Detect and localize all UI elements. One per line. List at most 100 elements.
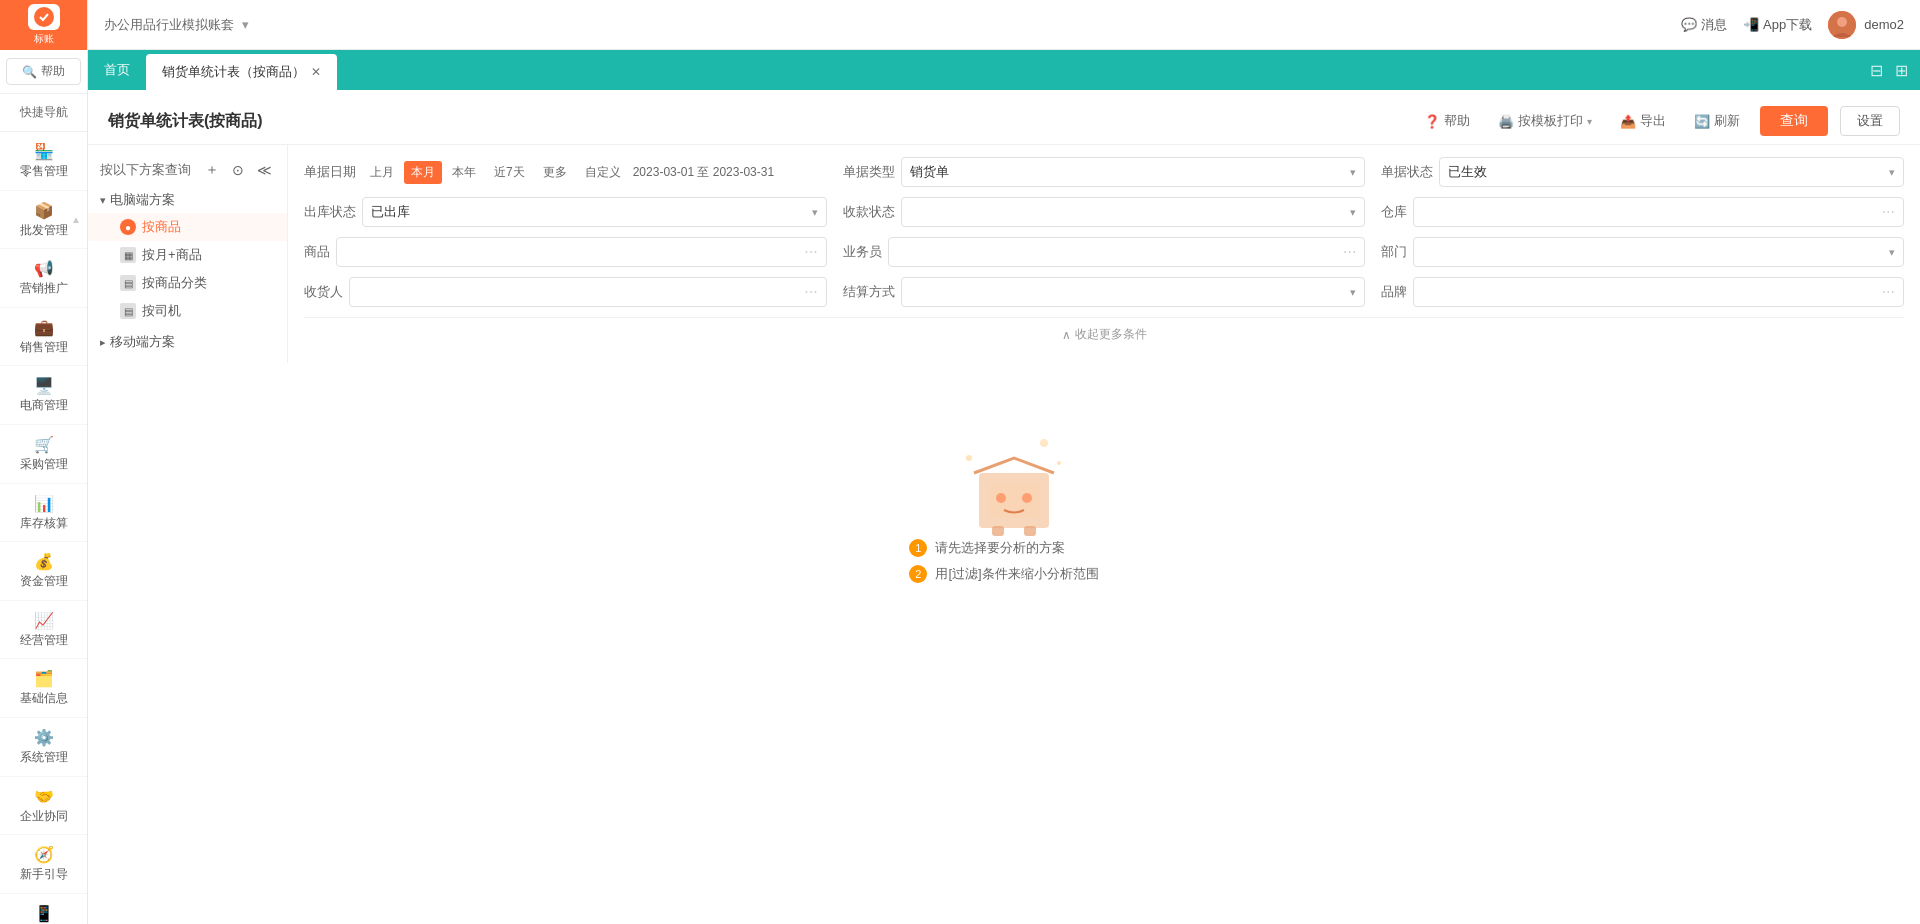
sidebar-item-enterprise[interactable]: 🤝 企业协同: [0, 777, 87, 836]
outstatus-control[interactable]: 已出库 ▾: [362, 197, 827, 227]
tab-close-button[interactable]: ✕: [311, 65, 321, 79]
minimize-button[interactable]: ⊟: [1866, 57, 1887, 84]
tree-item-by-driver[interactable]: ▤ 按司机: [88, 297, 287, 325]
collapse-panel-button[interactable]: ≪: [253, 159, 275, 181]
tab-actions: ⊟ ⊞: [1858, 57, 1920, 84]
product-control[interactable]: ···: [336, 237, 827, 267]
settlement-control[interactable]: ▾: [901, 277, 1366, 307]
basic-label: 基础信息: [20, 691, 68, 707]
svg-point-7: [966, 455, 972, 461]
date-tab-thisyear[interactable]: 本年: [444, 161, 484, 184]
sidebar-search[interactable]: 🔍 帮助: [0, 50, 87, 94]
scheme-table-icon: ▤: [120, 275, 136, 291]
inventory-label: 库存核算: [20, 516, 68, 532]
empty-steps: 1 请先选择要分析的方案 2 用[过滤]条件来缩小分析范围: [909, 539, 1098, 591]
product-dots[interactable]: ···: [804, 243, 817, 261]
edit-scheme-button[interactable]: ⊙: [227, 159, 249, 181]
sidebar: 标账 🔍 帮助 快捷导航 🏪 零售管理 📦 批发管理 ▲ 📢 营销推广 💼 销售…: [0, 0, 88, 924]
date-tabs: 上月 本月 本年 近7天 更多 自定义: [362, 161, 629, 184]
sidebar-item-finance[interactable]: 💰 资金管理: [0, 542, 87, 601]
retail-label: 零售管理: [20, 164, 68, 180]
search-menu-button[interactable]: 🔍 帮助: [6, 58, 81, 85]
logo-text: 标账: [34, 32, 54, 46]
tree-item-by-month-product[interactable]: ▦ 按月+商品: [88, 241, 287, 269]
brand-control[interactable]: ···: [1413, 277, 1904, 307]
print-icon: 🖨️: [1498, 114, 1514, 129]
svg-point-9: [1040, 439, 1048, 447]
collapse-bar[interactable]: ∧ 收起更多条件: [304, 317, 1904, 351]
date-tab-thismonth[interactable]: 本月: [404, 161, 442, 184]
payment-control[interactable]: ▾: [901, 197, 1366, 227]
tree-item-by-category-label: 按商品分类: [142, 274, 207, 292]
user-avatar-area[interactable]: demo2: [1828, 11, 1904, 39]
sidebar-item-sales[interactable]: 💼 销售管理: [0, 308, 87, 367]
tree-item-by-driver-label: 按司机: [142, 302, 181, 320]
tab-sales-stats[interactable]: 销货单统计表（按商品） ✕: [146, 54, 337, 90]
department-control[interactable]: ▾: [1413, 237, 1904, 267]
date-tab-7days[interactable]: 近7天: [486, 161, 533, 184]
purchase-label: 采购管理: [20, 457, 68, 473]
page-actions: ❓ 帮助 🖨️ 按模板打印 ▾ 📤 导出 🔄 刷新 查询 设置: [1416, 106, 1900, 136]
tab-bar: 首页 销货单统计表（按商品） ✕ ⊟ ⊞: [88, 50, 1920, 90]
settlement-label: 结算方式: [843, 283, 895, 301]
salesperson-dots[interactable]: ···: [1343, 243, 1356, 261]
sidebar-item-retail[interactable]: 🏪 零售管理: [0, 132, 87, 191]
sidebar-item-basic[interactable]: 🗂️ 基础信息: [0, 659, 87, 718]
sidebar-item-appcenter[interactable]: 📱 应用中心: [0, 894, 87, 924]
sidebar-item-ecommerce[interactable]: 🖥️ 电商管理: [0, 366, 87, 425]
tab-home[interactable]: 首页: [88, 50, 146, 90]
search-icon: 🔍: [22, 65, 37, 79]
sidebar-item-inventory[interactable]: 📊 库存核算: [0, 484, 87, 543]
warehouse-dots[interactable]: ···: [1882, 203, 1895, 221]
newuser-icon: 🧭: [34, 845, 54, 864]
expand-button[interactable]: ⊞: [1891, 57, 1912, 84]
date-range: 2023-03-01 至 2023-03-31: [633, 164, 774, 181]
recipient-label: 收货人: [304, 283, 343, 301]
app-download-button[interactable]: 📲 App下载: [1743, 16, 1812, 34]
tree-item-by-product[interactable]: ● 按商品: [88, 213, 287, 241]
basic-icon: 🗂️: [34, 669, 54, 688]
appcenter-icon: 📱: [34, 904, 54, 923]
filter-recipient-item: 收货人 ···: [304, 277, 827, 307]
tab-sales-stats-label: 销货单统计表（按商品）: [162, 63, 305, 81]
ecommerce-label: 电商管理: [20, 398, 68, 414]
sidebar-item-system[interactable]: ⚙️ 系统管理: [0, 718, 87, 777]
date-tab-lastmonth[interactable]: 上月: [362, 161, 402, 184]
dropdown-arrow[interactable]: ▾: [242, 17, 249, 32]
print-arrow: ▾: [1587, 116, 1592, 127]
recipient-dots[interactable]: ···: [804, 283, 817, 301]
recipient-control[interactable]: ···: [349, 277, 827, 307]
sidebar-item-operations[interactable]: 📈 经营管理: [0, 601, 87, 660]
salesperson-control[interactable]: ···: [888, 237, 1366, 267]
sidebar-item-wholesale[interactable]: 📦 批发管理 ▲: [0, 191, 87, 250]
brand-dots[interactable]: ···: [1882, 283, 1895, 301]
query-button[interactable]: 查询: [1760, 106, 1828, 136]
sidebar-item-newuser[interactable]: 🧭 新手引导: [0, 835, 87, 894]
export-button[interactable]: 📤 导出: [1612, 108, 1674, 134]
help-button[interactable]: ❓ 帮助: [1416, 108, 1478, 134]
settings-button[interactable]: 设置: [1840, 106, 1900, 136]
tree-pc-section[interactable]: ▾ 电脑端方案: [88, 187, 287, 213]
industry-label: 办公用品行业模拟账套: [104, 16, 234, 34]
docstatus-control[interactable]: 已生效 ▾: [1439, 157, 1904, 187]
tree-mobile-section[interactable]: ▸ 移动端方案: [88, 329, 287, 355]
doctype-control[interactable]: 销货单 ▾: [901, 157, 1366, 187]
tree-item-by-category[interactable]: ▤ 按商品分类: [88, 269, 287, 297]
date-tab-more[interactable]: 更多: [535, 161, 575, 184]
refresh-button[interactable]: 🔄 刷新: [1686, 108, 1748, 134]
sidebar-item-purchase[interactable]: 🛒 采购管理: [0, 425, 87, 484]
filter-row-3: 商品 ··· 业务员 ··· 部门: [304, 237, 1904, 267]
date-tab-custom[interactable]: 自定义: [577, 161, 629, 184]
messages-button[interactable]: 💬 消息: [1681, 16, 1727, 34]
quick-nav-label[interactable]: 快捷导航: [0, 100, 87, 125]
sidebar-item-marketing[interactable]: 📢 营销推广: [0, 249, 87, 308]
help-icon: ❓: [1424, 114, 1440, 129]
print-button[interactable]: 🖨️ 按模板打印 ▾: [1490, 108, 1600, 134]
brand-label: 品牌: [1381, 283, 1407, 301]
wholesale-label: 批发管理: [20, 223, 68, 239]
add-scheme-button[interactable]: ＋: [201, 159, 223, 181]
scheme-table2-icon: ▤: [120, 303, 136, 319]
warehouse-control[interactable]: ···: [1413, 197, 1904, 227]
header-left: 办公用品行业模拟账套 ▾: [104, 16, 249, 34]
filter-warehouse-item: 仓库 ···: [1381, 197, 1904, 227]
